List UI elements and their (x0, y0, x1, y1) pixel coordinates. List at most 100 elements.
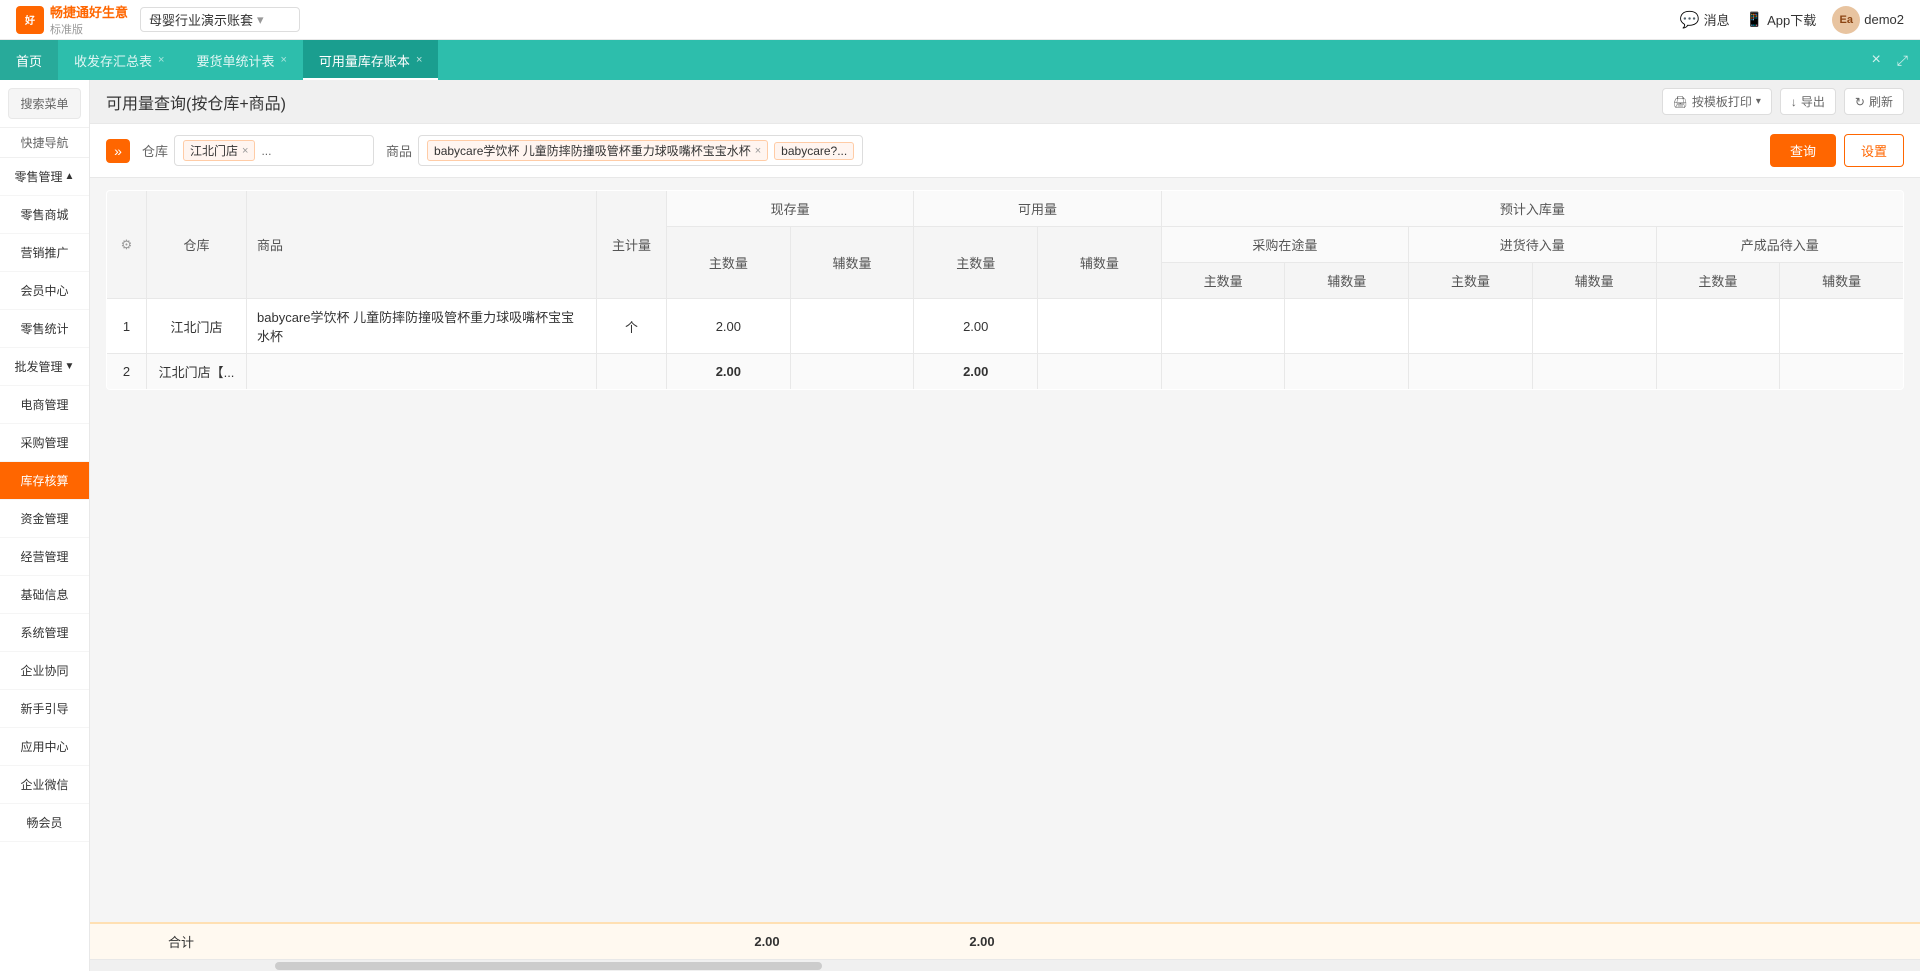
content-area: 可用量查询(按仓库+商品) 🖨 按模板打印 ▾ ↓ 导出 ↻ 刷新 (90, 80, 1920, 971)
close-tab-action[interactable]: × (1867, 47, 1884, 73)
row-product (247, 354, 597, 390)
sidebar-item-wholesale-mgmt[interactable]: 批发管理 ▼ (0, 348, 89, 386)
tab-home[interactable]: 首页 (0, 40, 58, 80)
row-warehouse: 江北门店 (147, 299, 247, 354)
tab-receive-summary[interactable]: 收发存汇总表 × (58, 40, 180, 80)
row-no: 1 (107, 299, 147, 354)
sidebar-item-app-center[interactable]: 应用中心 (0, 728, 89, 766)
refresh-btn[interactable]: ↻ 刷新 (1844, 88, 1904, 115)
sidebar-search: 搜索菜单 (0, 80, 89, 128)
sidebar-item-new-guide[interactable]: 新手引导 (0, 690, 89, 728)
expand-icon: » (114, 143, 122, 159)
sidebar-item-retail-mall[interactable]: 零售商城 (0, 196, 89, 234)
sidebar-item-finance-mgmt[interactable]: 资金管理 (0, 500, 89, 538)
horizontal-scrollbar[interactable] (90, 959, 1920, 971)
sidebar-item-system-mgmt[interactable]: 系统管理 (0, 614, 89, 652)
template-select[interactable]: 母婴行业演示账套 ▾ (140, 7, 300, 32)
sidebar-item-ecommerce-label: 电商管理 (20, 396, 68, 413)
sidebar-item-enterprise-wechat-label: 企业微信 (20, 776, 68, 793)
th-stock-main: 主数量 (667, 227, 791, 299)
user-name: demo2 (1864, 12, 1904, 27)
row-no: 2 (107, 354, 147, 390)
export-label: 导出 (1801, 93, 1825, 110)
product-filter-input[interactable]: babycare学饮杯 儿童防摔防撞吸管杯重力球吸嘴杯宝宝水杯 × babyca… (418, 135, 863, 166)
app-download-btn[interactable]: 📱 App下载 (1746, 10, 1817, 29)
th-purchase-main: 主数量 (1161, 263, 1285, 299)
close-icon[interactable]: × (280, 54, 286, 66)
sidebar-item-business-mgmt[interactable]: 经营管理 (0, 538, 89, 576)
warehouse-tag-remove[interactable]: × (242, 145, 248, 157)
search-menu-btn[interactable]: 搜索菜单 (8, 88, 81, 119)
sidebar-item-inventory-check[interactable]: 库存核算 (0, 462, 89, 500)
gear-icon[interactable]: ⚙ (121, 237, 133, 252)
export-btn[interactable]: ↓ 导出 (1780, 88, 1836, 115)
refresh-icon: ↻ (1855, 95, 1865, 109)
quick-nav-btn[interactable]: 快捷导航 (0, 128, 89, 158)
warehouse-tag-value: 江北门店 (190, 142, 238, 159)
query-btn[interactable]: 查询 (1770, 134, 1836, 167)
warehouse-filter-group: 仓库 江北门店 × ... (142, 135, 374, 166)
warehouse-filter-input[interactable]: 江北门店 × ... (174, 135, 374, 166)
download-icon: 📱 (1746, 11, 1763, 28)
sidebar-item-retail-mgmt[interactable]: 零售管理 ▲ (0, 158, 89, 196)
chevron-down-icon: ▼ (65, 361, 75, 372)
close-icon[interactable]: × (416, 54, 422, 66)
sidebar-item-new-guide-label: 新手引导 (20, 700, 68, 717)
sidebar: 搜索菜单 快捷导航 零售管理 ▲ 零售商城 营销推广 会员中心 零售统计 批发管… (0, 80, 90, 971)
svg-text:好: 好 (24, 14, 35, 27)
sidebar-item-ecommerce-mgmt[interactable]: 电商管理 (0, 386, 89, 424)
settings-btn[interactable]: 设置 (1844, 134, 1904, 167)
nav-tabs-right: × ⤢ (1867, 47, 1920, 73)
sidebar-item-enterprise-collab-label: 企业协同 (20, 662, 68, 679)
product-tag-1-remove[interactable]: × (755, 145, 761, 157)
sidebar-item-retail-stats-label: 零售统计 (20, 320, 68, 337)
main-layout: 搜索菜单 快捷导航 零售管理 ▲ 零售商城 营销推广 会员中心 零售统计 批发管… (0, 80, 1920, 971)
sidebar-item-basic-info[interactable]: 基础信息 (0, 576, 89, 614)
tab-receive-summary-label: 收发存汇总表 (74, 51, 152, 70)
product-tag-1-value: babycare学饮杯 儿童防摔防撞吸管杯重力球吸嘴杯宝宝水杯 (434, 142, 751, 159)
user-menu[interactable]: Ea demo2 (1832, 6, 1904, 34)
th-incoming-aux: 辅数量 (1532, 263, 1656, 299)
th-purchase-transit: 采购在途量 (1161, 227, 1408, 263)
sidebar-item-business-label: 经营管理 (20, 548, 68, 565)
product-filter-group: 商品 babycare学饮杯 儿童防摔防撞吸管杯重力球吸嘴杯宝宝水杯 × bab… (386, 135, 863, 166)
sidebar-item-member-center[interactable]: 会员中心 (0, 272, 89, 310)
print-label: 按模板打印 (1692, 93, 1752, 110)
th-incoming-pending: 进货待入量 (1409, 227, 1656, 263)
row-purchase-main (1161, 354, 1285, 390)
sidebar-item-enterprise-wechat[interactable]: 企业微信 (0, 766, 89, 804)
footer-avail-main: 2.00 (922, 934, 1042, 949)
sidebar-item-vip-member[interactable]: 畅会员 (0, 804, 89, 842)
row-stock-main: 2.00 (667, 354, 791, 390)
close-icon[interactable]: × (158, 54, 164, 66)
sidebar-item-enterprise-collab[interactable]: 企业协同 (0, 652, 89, 690)
th-available: 可用量 (914, 191, 1161, 227)
sidebar-item-purchase-mgmt[interactable]: 采购管理 (0, 424, 89, 462)
tab-order-stats[interactable]: 要货单统计表 × (180, 40, 302, 80)
tab-available-stock[interactable]: 可用量库存账本 × (303, 40, 438, 80)
avatar: Ea (1832, 6, 1860, 34)
app-download-label: App下载 (1767, 10, 1816, 29)
fullscreen-icon[interactable]: ⤢ (1893, 48, 1912, 73)
th-avail-main: 主数量 (914, 227, 1038, 299)
th-gear: ⚙ (107, 191, 147, 299)
filter-expand-btn[interactable]: » (106, 139, 130, 163)
scroll-thumb[interactable] (275, 962, 823, 970)
sidebar-item-system-label: 系统管理 (20, 624, 68, 641)
sidebar-item-wholesale-mgmt-label: 批发管理 (15, 358, 63, 375)
row-incoming-main (1409, 354, 1533, 390)
print-btn[interactable]: 🖨 按模板打印 ▾ (1662, 88, 1772, 115)
sidebar-item-retail-stats[interactable]: 零售统计 (0, 310, 89, 348)
template-select-value: 母婴行业演示账套 (149, 10, 253, 29)
message-btn[interactable]: 💬 消息 (1680, 10, 1730, 30)
sidebar-item-marketing-label: 营销推广 (20, 244, 68, 261)
filter-bar: » 仓库 江北门店 × ... 商品 babycare学饮杯 儿童防摔防撞吸管杯… (90, 124, 1920, 178)
sidebar-item-finance-label: 资金管理 (20, 510, 68, 527)
row-products-aux (1780, 299, 1904, 354)
home-tab-label: 首页 (16, 51, 42, 70)
th-avail-aux: 辅数量 (1038, 227, 1162, 299)
logo-icon: 好 (16, 6, 44, 34)
sidebar-item-marketing[interactable]: 营销推广 (0, 234, 89, 272)
row-avail-aux (1038, 299, 1162, 354)
row-avail-aux (1038, 354, 1162, 390)
